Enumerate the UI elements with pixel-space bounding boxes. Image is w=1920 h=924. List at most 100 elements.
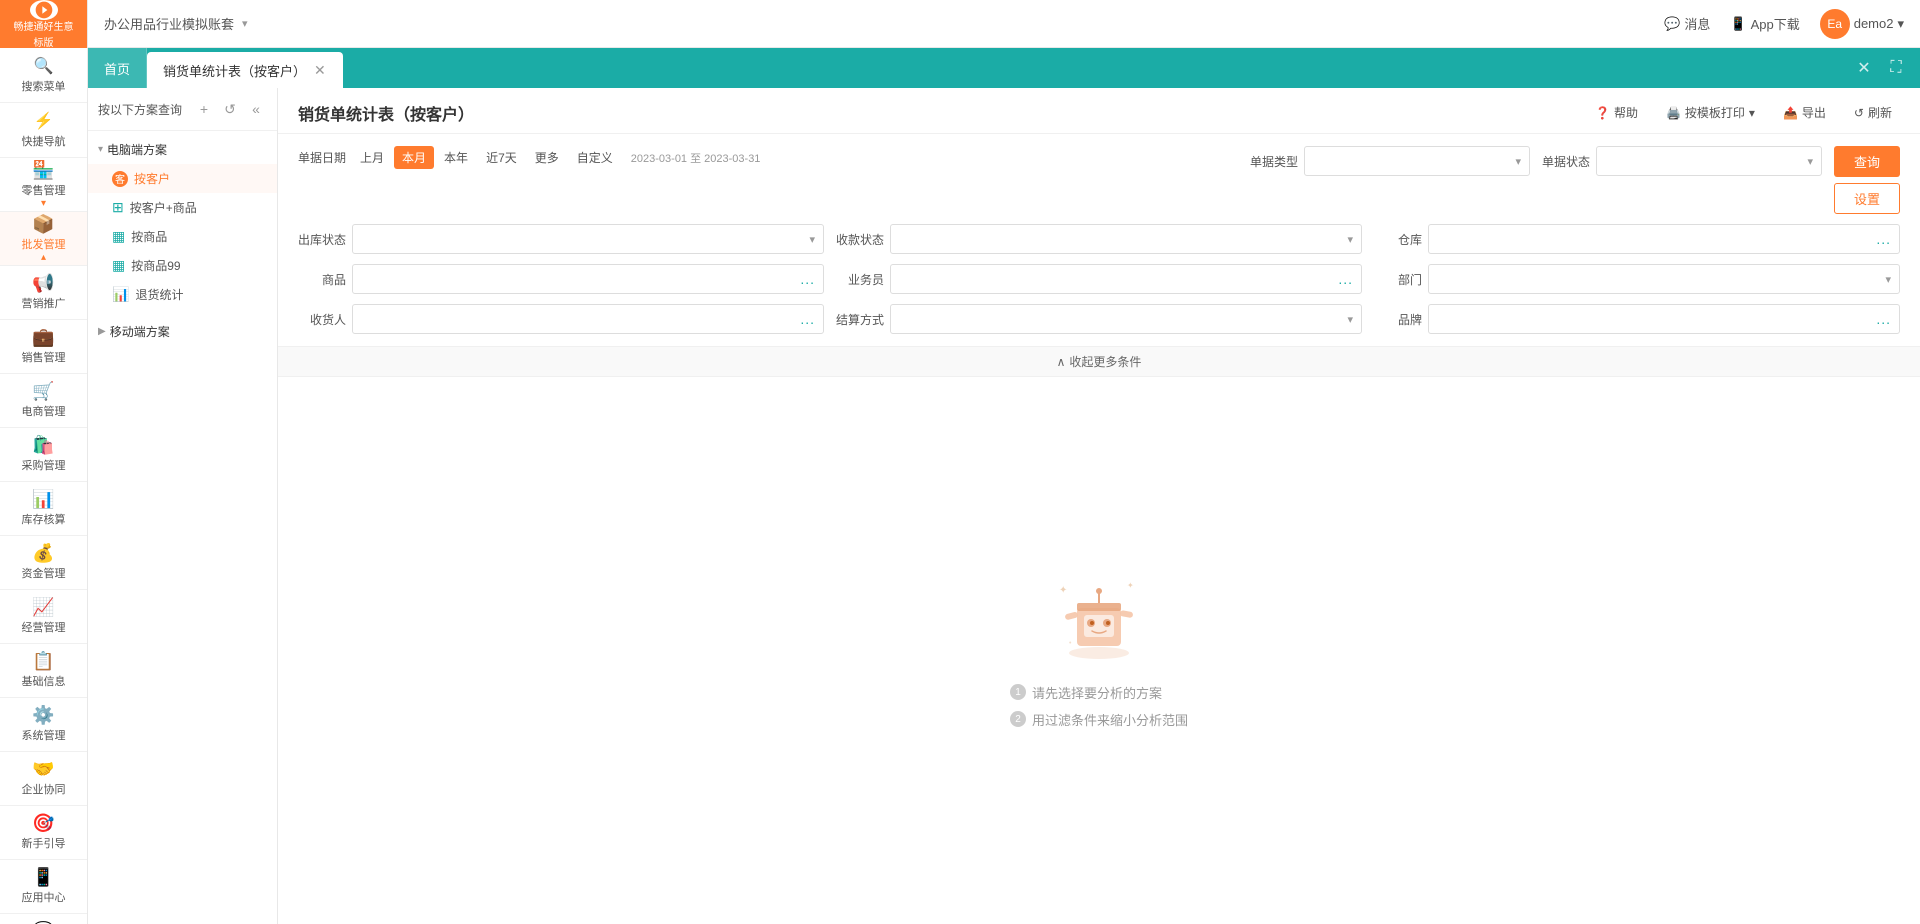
help-label: 帮助 bbox=[1614, 104, 1638, 121]
tab-home[interactable]: 首页 bbox=[88, 48, 147, 88]
app-download-btn[interactable]: 📱 App下载 bbox=[1730, 14, 1799, 33]
sidebar-item-wholesale[interactable]: 📦 批发管理 ▴ bbox=[0, 212, 87, 266]
app-subtitle: 标版 bbox=[34, 34, 54, 49]
date-option-this-month[interactable]: 本月 bbox=[394, 146, 434, 169]
product-dots-icon: ... bbox=[800, 271, 815, 287]
app-download-label: App下载 bbox=[1751, 14, 1800, 33]
query-button[interactable]: 查询 bbox=[1834, 146, 1900, 177]
sidebar-item-quick-nav[interactable]: ⚡ 快捷导航 bbox=[0, 103, 87, 158]
mobile-group-label: 移动端方案 bbox=[110, 323, 170, 340]
right-panel: 销货单统计表（按客户） ❓ 帮助 🖨️ 按模板打印 ▾ 📤 bbox=[278, 88, 1920, 924]
scheme-item-by-product99[interactable]: ▦ 按商品99 bbox=[88, 251, 277, 280]
tab-sales-stats[interactable]: 销货单统计表（按客户） ✕ bbox=[147, 52, 343, 88]
by-product-label: 按商品 bbox=[131, 228, 167, 245]
tip1-num: 1 bbox=[1010, 684, 1026, 700]
payment-status-label: 收款状态 bbox=[836, 231, 884, 248]
message-btn[interactable]: 💬 消息 bbox=[1664, 14, 1710, 33]
product-select[interactable]: ... bbox=[352, 264, 824, 294]
logo-icon bbox=[30, 0, 58, 20]
settings-button[interactable]: 设置 bbox=[1834, 183, 1900, 214]
receiver-select[interactable]: ... bbox=[352, 304, 824, 334]
collapse-bar[interactable]: ∧ 收起更多条件 bbox=[278, 347, 1920, 377]
breadcrumb-dropdown-icon[interactable]: ▾ bbox=[242, 17, 248, 30]
tab-minimize-btn[interactable]: ✕ bbox=[1852, 56, 1876, 80]
page-actions: ❓ 帮助 🖨️ 按模板打印 ▾ 📤 导出 ↺ bbox=[1587, 100, 1900, 125]
status-select[interactable]: ▾ bbox=[1596, 146, 1822, 176]
salesman-select[interactable]: ... bbox=[890, 264, 1362, 294]
message-icon: 💬 bbox=[1664, 16, 1680, 32]
type-label: 单据类型 bbox=[1250, 153, 1298, 170]
sidebar-item-system[interactable]: ⚙️ 系统管理 bbox=[0, 698, 87, 752]
refresh-scheme-icon[interactable]: ↺ bbox=[219, 98, 241, 120]
date-range: 2023-03-01 至 2023-03-31 bbox=[631, 150, 761, 166]
date-filter: 上月 本月 本年 近7天 更多 自定义 2023-03-01 至 2023-03… bbox=[352, 146, 760, 169]
export-btn[interactable]: 📤 导出 bbox=[1775, 100, 1834, 125]
date-option-last-month[interactable]: 上月 bbox=[352, 146, 392, 169]
warehouse-select[interactable]: ... bbox=[1428, 224, 1900, 254]
header-right: 💬 消息 📱 App下载 Ea demo2 ▾ bbox=[1664, 9, 1904, 39]
sidebar-item-ecommerce[interactable]: 🛒 电商管理 bbox=[0, 374, 87, 428]
warehouse-label: 仓库 bbox=[1374, 231, 1422, 248]
system-label: 系统管理 bbox=[22, 729, 66, 743]
type-select[interactable]: ▾ bbox=[1304, 146, 1530, 176]
sidebar-item-marketing[interactable]: 📢 营销推广 bbox=[0, 266, 87, 320]
refresh-btn[interactable]: ↺ 刷新 bbox=[1846, 100, 1900, 125]
desktop-scheme-group: ▾ 电脑端方案 客 按客户 ⊞ 按客户+商品 ▦ 按商品 bbox=[88, 131, 277, 313]
date-option-last7[interactable]: 近7天 bbox=[478, 146, 525, 169]
username: demo2 bbox=[1854, 16, 1894, 31]
dept-select[interactable]: ▾ bbox=[1428, 264, 1900, 294]
sidebar-item-inventory[interactable]: 📊 库存核算 bbox=[0, 482, 87, 536]
page-title-bar: 销货单统计表（按客户） ❓ 帮助 🖨️ 按模板打印 ▾ 📤 bbox=[278, 88, 1920, 134]
sidebar-item-sales[interactable]: 💼 销售管理 bbox=[0, 320, 87, 374]
payment-dropdown-icon: ▾ bbox=[1347, 233, 1353, 246]
date-option-this-year[interactable]: 本年 bbox=[436, 146, 476, 169]
top-header: 办公用品行业模拟账套 ▾ 💬 消息 📱 App下载 Ea demo2 ▾ bbox=[88, 0, 1920, 48]
tip1-text: 请先选择要分析的方案 bbox=[1032, 683, 1162, 702]
sidebar: 畅捷通好生意 标版 🔍 搜索菜单 ⚡ 快捷导航 🏪 零售管理 ▾ 📦 批发管理 … bbox=[0, 0, 88, 924]
sidebar-item-finance[interactable]: 💰 资金管理 bbox=[0, 536, 87, 590]
tab-maximize-btn[interactable]: ⛶ bbox=[1884, 56, 1908, 80]
mobile-group-title[interactable]: ▶ 移动端方案 bbox=[88, 317, 277, 346]
scheme-panel-title: 按以下方案查询 bbox=[98, 101, 189, 118]
sidebar-item-newbie[interactable]: 🎯 新手引导 bbox=[0, 806, 87, 860]
sidebar-item-retail[interactable]: 🏪 零售管理 ▾ bbox=[0, 158, 87, 212]
desktop-group-title[interactable]: ▾ 电脑端方案 bbox=[88, 135, 277, 164]
payment-status-select[interactable]: ▾ bbox=[890, 224, 1362, 254]
salesman-label: 业务员 bbox=[836, 271, 884, 288]
purchase-icon: 🛍️ bbox=[32, 435, 54, 456]
brand-select[interactable]: ... bbox=[1428, 304, 1900, 334]
date-option-more[interactable]: 更多 bbox=[527, 146, 567, 169]
by-product99-icon: ▦ bbox=[112, 257, 125, 274]
sidebar-item-wechat[interactable]: 💬 企业微信 bbox=[0, 914, 87, 924]
add-scheme-icon[interactable]: + bbox=[193, 98, 215, 120]
help-btn[interactable]: ❓ 帮助 bbox=[1587, 100, 1646, 125]
scheme-item-returns[interactable]: 📊 退货统计 bbox=[88, 280, 277, 309]
refresh-label: 刷新 bbox=[1868, 104, 1892, 121]
purchase-label: 采购管理 bbox=[22, 459, 66, 473]
brand-dots-icon: ... bbox=[1876, 311, 1891, 327]
sidebar-item-purchase[interactable]: 🛍️ 采购管理 bbox=[0, 428, 87, 482]
scheme-item-by-product[interactable]: ▦ 按商品 bbox=[88, 222, 277, 251]
scheme-item-by-customer-product[interactable]: ⊞ 按客户+商品 bbox=[88, 193, 277, 222]
sales-icon: 💼 bbox=[32, 327, 54, 348]
tip2-text: 用过滤条件来缩小分析范围 bbox=[1032, 710, 1188, 729]
scheme-item-by-customer[interactable]: 客 按客户 bbox=[88, 164, 277, 193]
export-icon: 📤 bbox=[1783, 106, 1798, 120]
sidebar-item-operations[interactable]: 📈 经营管理 bbox=[0, 590, 87, 644]
out-status-select[interactable]: ▾ bbox=[352, 224, 824, 254]
desktop-group-label: 电脑端方案 bbox=[107, 141, 167, 158]
user-menu[interactable]: Ea demo2 ▾ bbox=[1820, 9, 1904, 39]
sidebar-item-basics[interactable]: 📋 基础信息 bbox=[0, 644, 87, 698]
print-btn[interactable]: 🖨️ 按模板打印 ▾ bbox=[1658, 100, 1763, 125]
dept-dropdown-icon: ▾ bbox=[1885, 273, 1891, 286]
tab-close-icon[interactable]: ✕ bbox=[314, 63, 326, 77]
sidebar-item-app-center[interactable]: 📱 应用中心 bbox=[0, 860, 87, 914]
collapse-scheme-icon[interactable]: « bbox=[245, 98, 267, 120]
sidebar-item-enterprise[interactable]: 🤝 企业协同 bbox=[0, 752, 87, 806]
brand-label: 品牌 bbox=[1374, 311, 1422, 328]
settlement-select[interactable]: ▾ bbox=[890, 304, 1362, 334]
sidebar-item-search[interactable]: 🔍 搜索菜单 bbox=[0, 48, 87, 103]
by-customer-icon: 客 bbox=[112, 171, 128, 187]
filter-btn-group: 查询 设置 bbox=[1834, 146, 1900, 214]
date-option-custom[interactable]: 自定义 bbox=[569, 146, 621, 169]
